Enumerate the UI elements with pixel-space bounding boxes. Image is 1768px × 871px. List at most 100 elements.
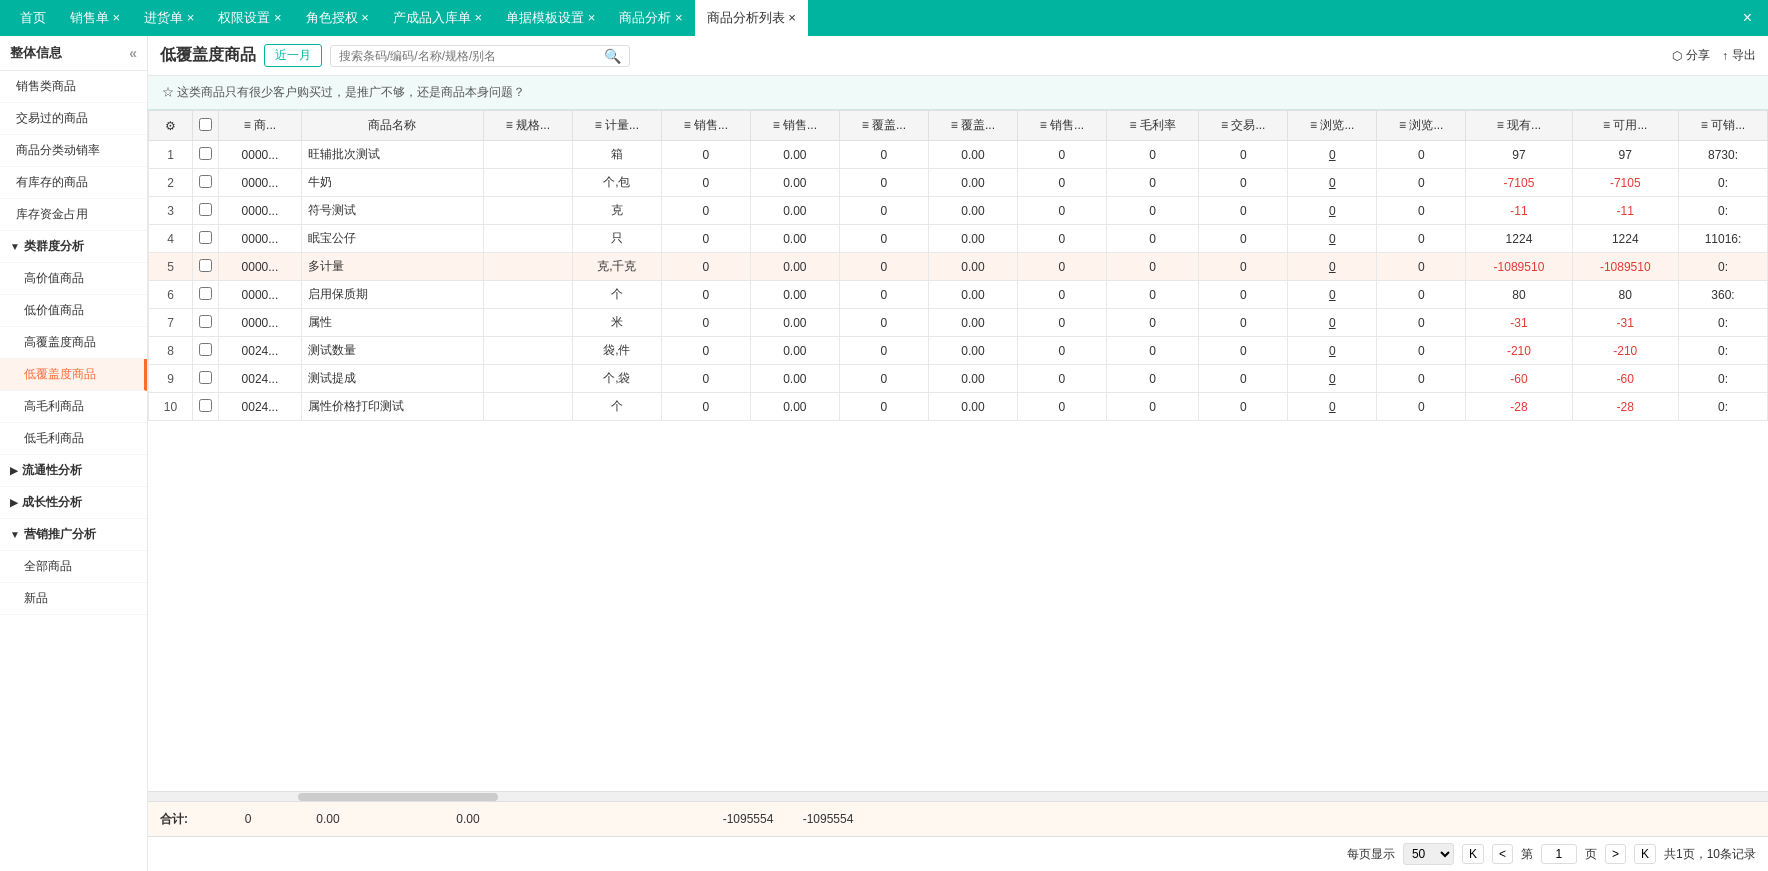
sidebar-item-high-coverage[interactable]: 高覆盖度商品 <box>0 327 147 359</box>
row-sales-amt: 0.00 <box>750 169 839 197</box>
row-profit-rate: 0 <box>1106 309 1198 337</box>
row-current: 97 <box>1466 141 1572 169</box>
col-settings[interactable]: ⚙ <box>149 111 193 141</box>
next-page-button[interactable]: > <box>1605 844 1626 864</box>
sidebar-item-high-value[interactable]: 高价值商品 <box>0 263 147 295</box>
sidebar-group-liquidity[interactable]: ▶ 流通性分析 <box>0 455 147 487</box>
col-cover1[interactable]: ≡ 覆盖... <box>839 111 928 141</box>
row-view1[interactable]: 0 <box>1288 393 1377 421</box>
search-input[interactable] <box>339 49 604 63</box>
row-view1[interactable]: 0 <box>1288 141 1377 169</box>
col-unit[interactable]: ≡ 计量... <box>572 111 661 141</box>
table-wrapper[interactable]: ⚙ ≡ 商... 商品名称 ≡ 规格... ≡ 计量... ≡ 销售... ≡ … <box>148 110 1768 791</box>
row-trade: 0 <box>1199 365 1288 393</box>
row-num: 8 <box>149 337 193 365</box>
nav-sales[interactable]: 销售单 × <box>58 0 132 36</box>
nav-analysis-list[interactable]: 商品分析列表 × <box>695 0 808 36</box>
row-spec <box>483 197 572 225</box>
sidebar-item-instock-goods[interactable]: 有库存的商品 <box>0 167 147 199</box>
sidebar-item-low-profit[interactable]: 低毛利商品 <box>0 423 147 455</box>
sidebar-group-growth[interactable]: ▶ 成长性分析 <box>0 487 147 519</box>
sidebar-item-inventory-capital[interactable]: 库存资金占用 <box>0 199 147 231</box>
sidebar-collapse-button[interactable]: « <box>129 45 137 61</box>
col-cover2[interactable]: ≡ 覆盖... <box>928 111 1017 141</box>
nav-template[interactable]: 单据模板设置 × <box>494 0 607 36</box>
sidebar-item-sales-goods[interactable]: 销售类商品 <box>0 71 147 103</box>
col-current[interactable]: ≡ 现有... <box>1466 111 1572 141</box>
row-view1[interactable]: 0 <box>1288 365 1377 393</box>
row-checkbox[interactable] <box>192 253 218 281</box>
window-close-button[interactable]: × <box>1735 9 1760 27</box>
row-code: 0000... <box>218 309 301 337</box>
row-checkbox[interactable] <box>192 141 218 169</box>
nav-analysis[interactable]: 商品分析 × <box>607 0 694 36</box>
prev-page-button[interactable]: < <box>1492 844 1513 864</box>
row-checkbox[interactable] <box>192 337 218 365</box>
row-sales-amt: 0.00 <box>750 281 839 309</box>
page-number-input[interactable] <box>1541 844 1577 864</box>
share-icon: ⬡ <box>1672 49 1682 63</box>
sidebar-item-new-goods[interactable]: 新品 <box>0 583 147 615</box>
row-view1[interactable]: 0 <box>1288 225 1377 253</box>
nav-purchase[interactable]: 进货单 × <box>132 0 206 36</box>
sidebar-group-marketing[interactable]: ▼ 营销推广分析 <box>0 519 147 551</box>
share-button[interactable]: ⬡ 分享 <box>1672 47 1710 64</box>
row-checkbox[interactable] <box>192 169 218 197</box>
nav-role[interactable]: 角色授权 × <box>294 0 381 36</box>
col-sales-amt[interactable]: ≡ 销售... <box>750 111 839 141</box>
first-page-button[interactable]: K <box>1462 844 1484 864</box>
row-num: 4 <box>149 225 193 253</box>
row-sales3: 0 <box>1017 253 1106 281</box>
sidebar-item-low-value[interactable]: 低价值商品 <box>0 295 147 327</box>
per-page-select[interactable]: 50 100 200 <box>1403 843 1454 865</box>
row-checkbox[interactable] <box>192 393 218 421</box>
row-profit-rate: 0 <box>1106 253 1198 281</box>
row-checkbox[interactable] <box>192 281 218 309</box>
col-sellable[interactable]: ≡ 可销... <box>1678 111 1767 141</box>
content-header: 低覆盖度商品 近一月 🔍 ⬡ 分享 ↑ 导出 <box>148 36 1768 76</box>
sidebar-item-all-goods[interactable]: 全部商品 <box>0 551 147 583</box>
sidebar-group-cluster[interactable]: ▼ 类群度分析 <box>0 231 147 263</box>
col-sales3[interactable]: ≡ 销售... <box>1017 111 1106 141</box>
row-view1[interactable]: 0 <box>1288 281 1377 309</box>
sidebar-item-low-coverage[interactable]: 低覆盖度商品 <box>0 359 147 391</box>
row-view1[interactable]: 0 <box>1288 337 1377 365</box>
row-code: 0024... <box>218 337 301 365</box>
row-trade: 0 <box>1199 253 1288 281</box>
col-available[interactable]: ≡ 可用... <box>1572 111 1678 141</box>
row-sales-amt: 0.00 <box>750 197 839 225</box>
time-filter-button[interactable]: 近一月 <box>264 44 322 67</box>
row-checkbox[interactable] <box>192 309 218 337</box>
row-view1[interactable]: 0 <box>1288 309 1377 337</box>
nav-product[interactable]: 产成品入库单 × <box>381 0 494 36</box>
row-checkbox[interactable] <box>192 197 218 225</box>
nav-home[interactable]: 首页 <box>8 0 58 36</box>
row-view1[interactable]: 0 <box>1288 169 1377 197</box>
row-profit-rate: 0 <box>1106 169 1198 197</box>
select-all-checkbox[interactable] <box>199 118 212 131</box>
col-view2[interactable]: ≡ 浏览... <box>1377 111 1466 141</box>
col-name[interactable]: 商品名称 <box>301 111 483 141</box>
scrollbar-thumb[interactable] <box>298 793 498 801</box>
share-label: 分享 <box>1686 47 1710 64</box>
col-view1[interactable]: ≡ 浏览... <box>1288 111 1377 141</box>
row-checkbox[interactable] <box>192 225 218 253</box>
row-checkbox[interactable] <box>192 365 218 393</box>
col-sales-qty[interactable]: ≡ 销售... <box>661 111 750 141</box>
row-view1[interactable]: 0 <box>1288 253 1377 281</box>
col-profit-rate[interactable]: ≡ 毛利率 <box>1106 111 1198 141</box>
col-spec[interactable]: ≡ 规格... <box>483 111 572 141</box>
row-view1[interactable]: 0 <box>1288 197 1377 225</box>
row-num: 2 <box>149 169 193 197</box>
export-button[interactable]: ↑ 导出 <box>1722 47 1756 64</box>
col-code[interactable]: ≡ 商... <box>218 111 301 141</box>
horizontal-scrollbar[interactable] <box>148 791 1768 801</box>
row-unit: 个 <box>572 393 661 421</box>
col-trade[interactable]: ≡ 交易... <box>1199 111 1288 141</box>
last-page-button[interactable]: K <box>1634 844 1656 864</box>
sidebar-item-high-profit[interactable]: 高毛利商品 <box>0 391 147 423</box>
sidebar-item-category-turnover[interactable]: 商品分类动销率 <box>0 135 147 167</box>
nav-permission[interactable]: 权限设置 × <box>206 0 293 36</box>
sidebar-item-traded-goods[interactable]: 交易过的商品 <box>0 103 147 135</box>
col-checkbox[interactable] <box>192 111 218 141</box>
